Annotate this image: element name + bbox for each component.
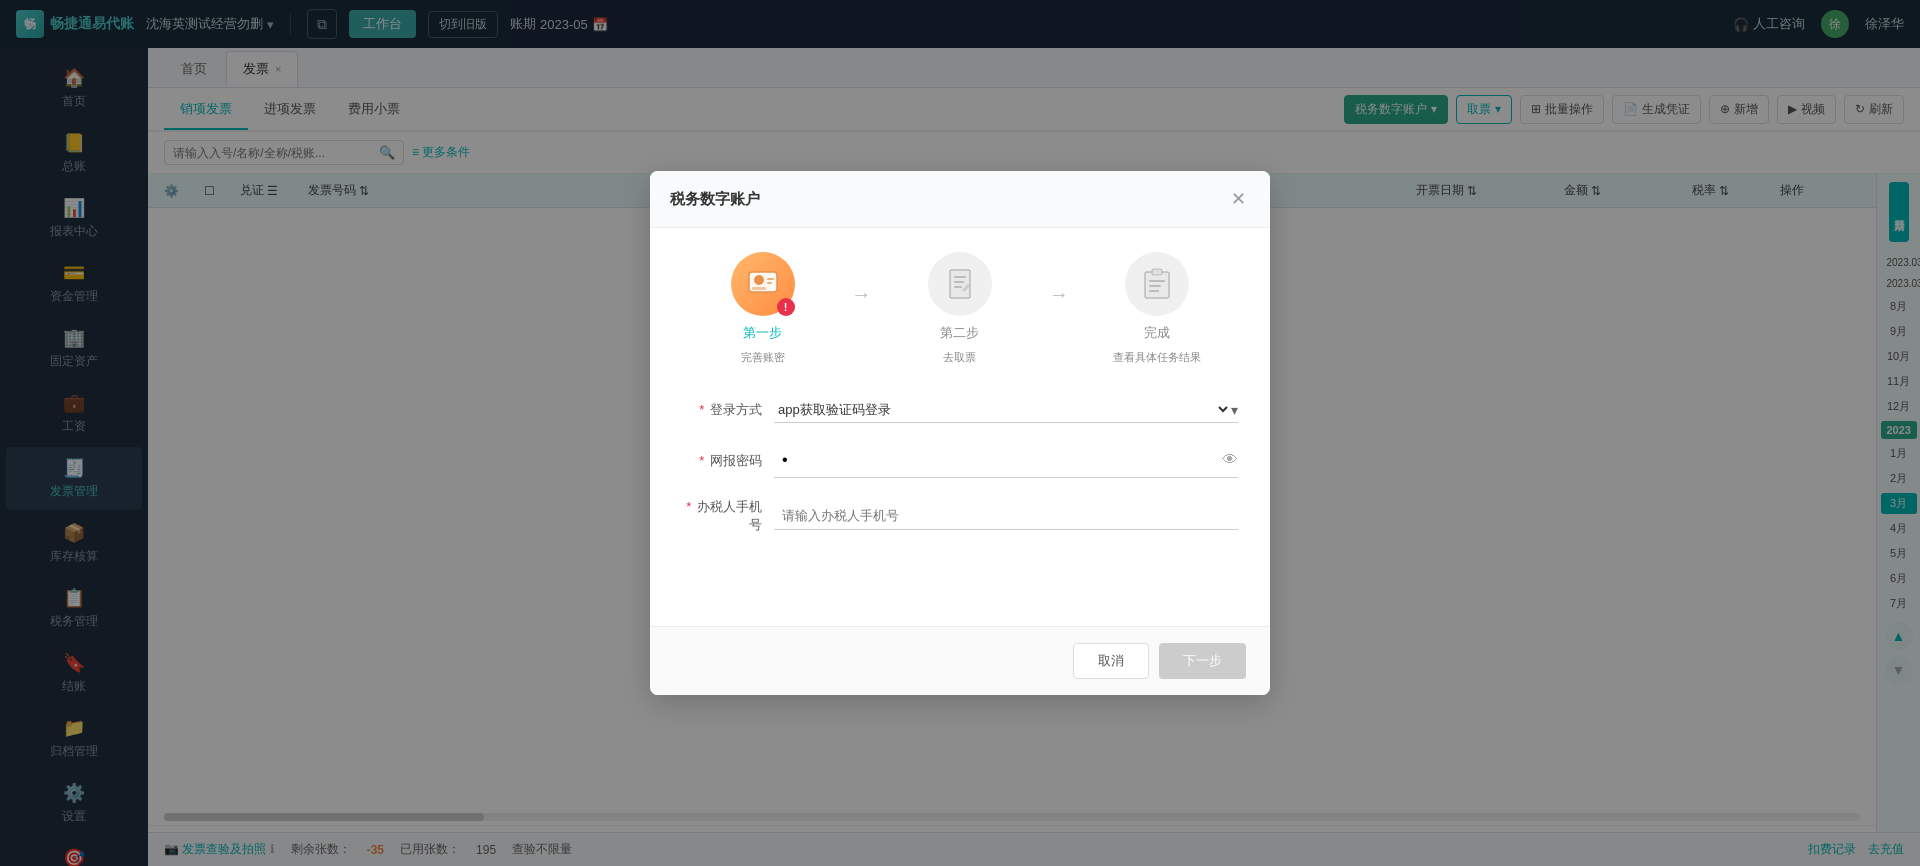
password-input[interactable] bbox=[774, 447, 1222, 473]
login-method-select[interactable]: app获取验证码登录 密码登录 bbox=[774, 401, 1231, 418]
phone-label: * 办税人手机号 bbox=[682, 498, 762, 534]
svg-rect-6 bbox=[954, 276, 966, 278]
clipboard-icon bbox=[1139, 266, 1175, 302]
svg-rect-10 bbox=[1152, 269, 1162, 275]
step-3-sub: 查看具体任务结果 bbox=[1113, 350, 1201, 365]
svg-rect-8 bbox=[954, 286, 962, 288]
modal-overlay[interactable]: 税务数字账户 ✕ bbox=[0, 0, 1920, 866]
modal-header: 税务数字账户 ✕ bbox=[650, 171, 1270, 228]
password-label: * 网报密码 bbox=[682, 452, 762, 470]
step-arrow-1: → bbox=[851, 283, 871, 306]
step-1-badge: ! bbox=[777, 298, 795, 316]
password-required: * bbox=[699, 453, 704, 468]
login-method-required: * bbox=[699, 402, 704, 417]
login-method-row: * 登录方式 app获取验证码登录 密码登录 ▾ bbox=[682, 397, 1238, 423]
show-password-icon[interactable]: 👁 bbox=[1222, 451, 1238, 469]
person-id-icon bbox=[745, 266, 781, 302]
login-method-label: * 登录方式 bbox=[682, 401, 762, 419]
step-1-sub: 完善账密 bbox=[741, 350, 785, 365]
steps-indicator: ! 第一步 完善账密 → bbox=[682, 252, 1238, 365]
next-button[interactable]: 下一步 bbox=[1159, 643, 1246, 679]
phone-input[interactable] bbox=[774, 502, 1238, 530]
modal-close-button[interactable]: ✕ bbox=[1226, 187, 1250, 211]
step-2: 第二步 去取票 bbox=[879, 252, 1040, 365]
step-2-icon-wrap bbox=[928, 252, 992, 316]
modal-title: 税务数字账户 bbox=[670, 190, 760, 209]
svg-rect-5 bbox=[950, 270, 970, 298]
password-field-wrap: 👁 bbox=[774, 443, 1238, 478]
step-1-label: 第一步 bbox=[743, 324, 782, 342]
svg-rect-12 bbox=[1149, 285, 1161, 287]
phone-required: * bbox=[686, 499, 691, 514]
modal-footer: 取消 下一步 bbox=[650, 626, 1270, 695]
login-method-select-wrap[interactable]: app获取验证码登录 密码登录 ▾ bbox=[774, 397, 1238, 423]
step-3: 完成 查看具体任务结果 bbox=[1077, 252, 1238, 365]
step-3-icon-wrap bbox=[1125, 252, 1189, 316]
password-row: * 网报密码 👁 bbox=[682, 443, 1238, 478]
step-3-label: 完成 bbox=[1144, 324, 1170, 342]
document-icon bbox=[942, 266, 978, 302]
cancel-button[interactable]: 取消 bbox=[1073, 643, 1149, 679]
svg-rect-11 bbox=[1149, 280, 1165, 282]
step-2-icon-container bbox=[928, 252, 992, 316]
step-2-sub: 去取票 bbox=[943, 350, 976, 365]
step-1-icon-container: ! bbox=[731, 252, 795, 316]
modal-body: ! 第一步 完善账密 → bbox=[650, 228, 1270, 626]
step-arrow-2: → bbox=[1049, 283, 1069, 306]
svg-rect-13 bbox=[1149, 290, 1159, 292]
step-2-label: 第二步 bbox=[940, 324, 979, 342]
phone-row: * 办税人手机号 bbox=[682, 498, 1238, 534]
form-spacer bbox=[682, 554, 1238, 602]
svg-rect-7 bbox=[954, 281, 964, 283]
step-1: ! 第一步 完善账密 bbox=[682, 252, 843, 365]
svg-rect-2 bbox=[752, 287, 766, 290]
svg-rect-3 bbox=[767, 278, 774, 280]
login-method-chevron-icon: ▾ bbox=[1231, 402, 1238, 418]
svg-point-1 bbox=[754, 275, 764, 285]
step-3-icon-container bbox=[1125, 252, 1189, 316]
svg-rect-4 bbox=[767, 282, 772, 284]
tax-digital-account-modal: 税务数字账户 ✕ bbox=[650, 171, 1270, 695]
